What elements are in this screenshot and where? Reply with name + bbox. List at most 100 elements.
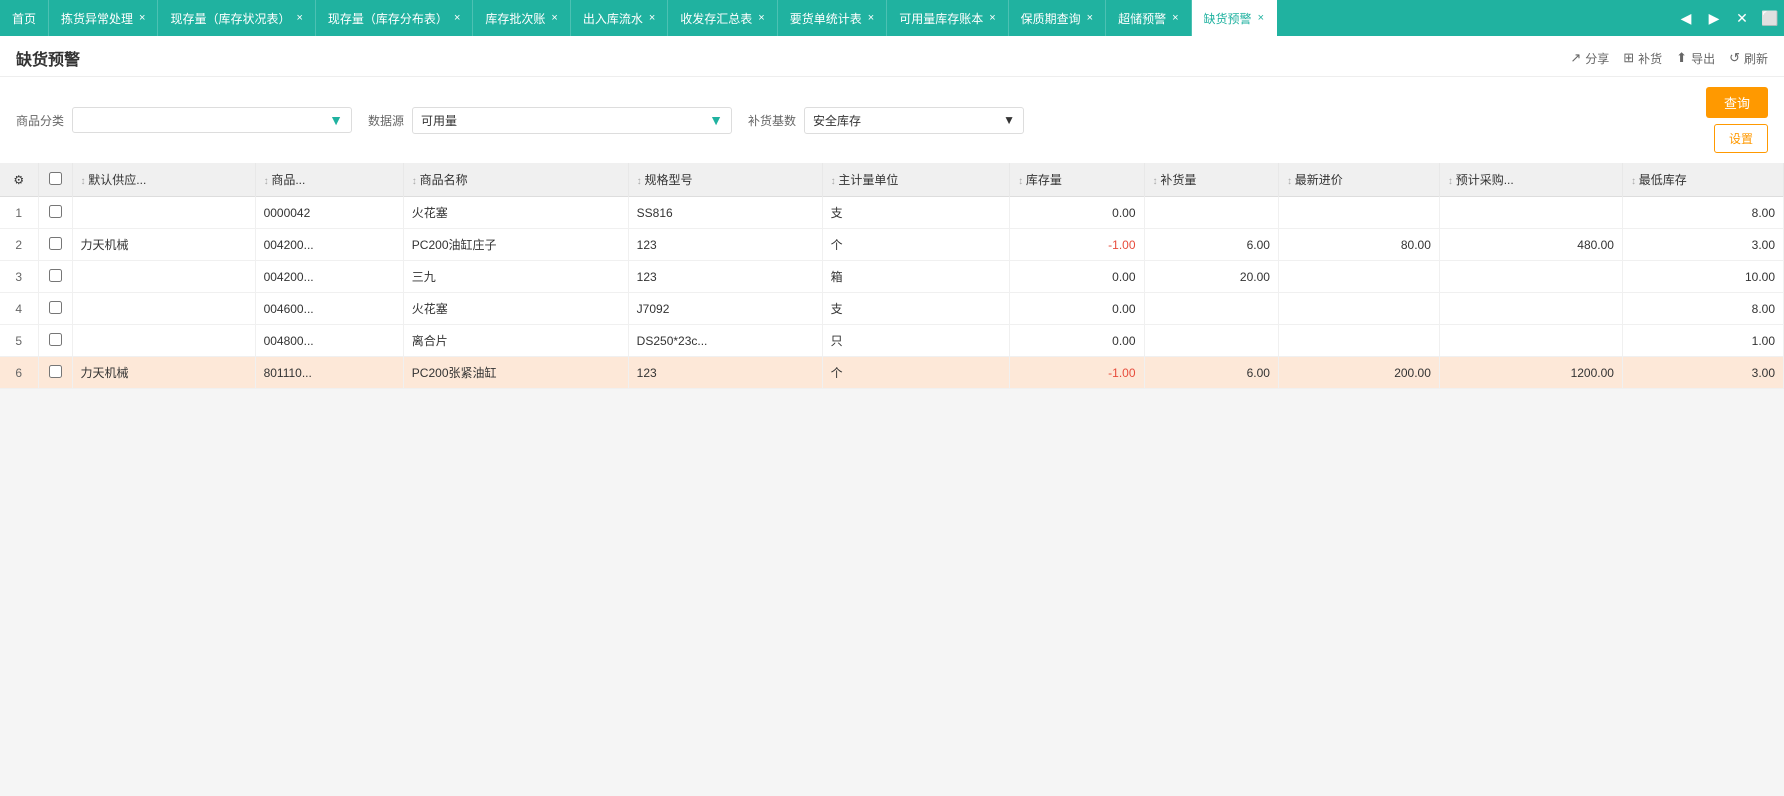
th-restock[interactable]: 补货量 bbox=[1144, 163, 1278, 197]
refresh-btn[interactable]: ↺ 刷新 bbox=[1729, 50, 1768, 67]
select-all-checkbox[interactable] bbox=[49, 172, 62, 185]
th-checkbox bbox=[38, 163, 72, 197]
page-header: 缺货预警 ↗ 分享 ⊞ 补货 ⬆ 导出 ↺ 刷新 bbox=[0, 36, 1784, 77]
table-row: 5 004800... 离合片 DS250*23c... 只 0.00 1.00 bbox=[0, 325, 1784, 357]
base-label: 补货基数 bbox=[748, 112, 796, 129]
cell-code: 004800... bbox=[255, 325, 403, 357]
cell-est-purchase bbox=[1439, 261, 1622, 293]
cell-checkbox[interactable] bbox=[38, 261, 72, 293]
cell-supplier bbox=[72, 293, 255, 325]
th-latest-price[interactable]: 最新进价 bbox=[1278, 163, 1439, 197]
share-icon: ↗ bbox=[1570, 50, 1581, 66]
cell-checkbox[interactable] bbox=[38, 357, 72, 389]
cell-min-stock: 8.00 bbox=[1622, 197, 1783, 229]
cell-min-stock: 3.00 bbox=[1622, 229, 1783, 261]
page-title: 缺货预警 bbox=[16, 46, 80, 70]
tab-maximize-btn[interactable]: ⬜ bbox=[1756, 0, 1784, 36]
cell-checkbox[interactable] bbox=[38, 325, 72, 357]
cell-name: PC200张紧油缸 bbox=[403, 357, 628, 389]
th-stock[interactable]: 库存量 bbox=[1010, 163, 1144, 197]
cell-min-stock: 10.00 bbox=[1622, 261, 1783, 293]
table-row: 4 004600... 火花塞 J7092 支 0.00 8.00 bbox=[0, 293, 1784, 325]
query-btn[interactable]: 查询 bbox=[1706, 87, 1768, 118]
tab-exception-close[interactable]: × bbox=[139, 12, 145, 24]
tab-expiry[interactable]: 保质期查询 × bbox=[1009, 0, 1106, 36]
tab-close-btn[interactable]: ✕ bbox=[1728, 0, 1756, 36]
data-table: ⚙ 默认供应... 商品... 商品名称 规格型号 bbox=[0, 163, 1784, 389]
tab-prev-btn[interactable]: ◀ bbox=[1672, 0, 1700, 36]
export-btn[interactable]: ⬆ 导出 bbox=[1676, 50, 1715, 67]
th-min-stock[interactable]: 最低库存 bbox=[1622, 163, 1783, 197]
tab-requisition[interactable]: 要货单统计表 × bbox=[778, 0, 887, 36]
cell-supplier: 力天机械 bbox=[72, 357, 255, 389]
restock-btn[interactable]: ⊞ 补货 bbox=[1623, 50, 1662, 67]
cell-stock: 0.00 bbox=[1010, 293, 1144, 325]
tab-batch-close[interactable]: × bbox=[551, 12, 557, 24]
row-checkbox[interactable] bbox=[49, 269, 62, 282]
th-name[interactable]: 商品名称 bbox=[403, 163, 628, 197]
tab-expiry-close[interactable]: × bbox=[1087, 12, 1093, 24]
tab-overstock-close[interactable]: × bbox=[1172, 12, 1178, 24]
table-row: 6 力天机械 801110... PC200张紧油缸 123 个 -1.00 6… bbox=[0, 357, 1784, 389]
datasource-select[interactable]: 可用量 ▼ bbox=[412, 107, 732, 134]
tab-stock-dist-close[interactable]: × bbox=[454, 12, 460, 24]
th-unit[interactable]: 主计量单位 bbox=[822, 163, 1009, 197]
tab-home[interactable]: 首页 bbox=[0, 0, 49, 36]
base-select[interactable]: 安全库存 ▼ bbox=[804, 107, 1024, 134]
cell-code: 0000042 bbox=[255, 197, 403, 229]
tab-stock-status-close[interactable]: × bbox=[296, 12, 302, 24]
tab-stock-dist[interactable]: 现存量（库存分布表） × bbox=[316, 0, 473, 36]
cell-checkbox[interactable] bbox=[38, 197, 72, 229]
row-checkbox[interactable] bbox=[49, 205, 62, 218]
row-checkbox[interactable] bbox=[49, 333, 62, 346]
cell-spec: 123 bbox=[628, 229, 822, 261]
datasource-label: 数据源 bbox=[368, 112, 404, 129]
tab-shortage-close[interactable]: × bbox=[1258, 12, 1264, 24]
th-gear[interactable]: ⚙ bbox=[0, 163, 38, 197]
tab-exception[interactable]: 拣货异常处理 × bbox=[49, 0, 158, 36]
tab-inout[interactable]: 出入库流水 × bbox=[571, 0, 668, 36]
tab-summary-close[interactable]: × bbox=[758, 12, 764, 24]
category-select[interactable]: ▼ bbox=[72, 107, 352, 133]
cell-unit: 箱 bbox=[822, 261, 1009, 293]
tab-stock-status[interactable]: 现存量（库存状况表） × bbox=[158, 0, 315, 36]
cell-checkbox[interactable] bbox=[38, 229, 72, 261]
th-est-purchase[interactable]: 预计采购... bbox=[1439, 163, 1622, 197]
cell-code: 801110... bbox=[255, 357, 403, 389]
cell-name: 三九 bbox=[403, 261, 628, 293]
tab-inout-close[interactable]: × bbox=[649, 12, 655, 24]
tab-batch[interactable]: 库存批次账 × bbox=[473, 0, 570, 36]
tab-overstock[interactable]: 超储预警 × bbox=[1106, 0, 1191, 36]
datasource-chevron-icon: ▼ bbox=[709, 112, 723, 128]
cell-latest-price bbox=[1278, 325, 1439, 357]
cell-seq: 6 bbox=[0, 357, 38, 389]
cell-name: 离合片 bbox=[403, 325, 628, 357]
th-supplier[interactable]: 默认供应... bbox=[72, 163, 255, 197]
gear-icon[interactable]: ⚙ bbox=[13, 173, 24, 187]
category-filter-group: 商品分类 ▼ bbox=[16, 107, 352, 133]
cell-est-purchase bbox=[1439, 293, 1622, 325]
share-btn[interactable]: ↗ 分享 bbox=[1570, 50, 1609, 67]
cell-unit: 个 bbox=[822, 357, 1009, 389]
tab-next-btn[interactable]: ▶ bbox=[1700, 0, 1728, 36]
cell-spec: 123 bbox=[628, 357, 822, 389]
cell-latest-price: 80.00 bbox=[1278, 229, 1439, 261]
row-checkbox[interactable] bbox=[49, 365, 62, 378]
cell-unit: 支 bbox=[822, 293, 1009, 325]
filter-bar: 商品分类 ▼ 数据源 可用量 ▼ 补货基数 安全库存 ▼ 查询 设置 bbox=[0, 77, 1784, 163]
row-checkbox[interactable] bbox=[49, 301, 62, 314]
th-spec[interactable]: 规格型号 bbox=[628, 163, 822, 197]
cell-checkbox[interactable] bbox=[38, 293, 72, 325]
settings-btn[interactable]: 设置 bbox=[1714, 124, 1768, 153]
tab-shortage[interactable]: 缺货预警 × bbox=[1192, 0, 1277, 36]
tab-requisition-close[interactable]: × bbox=[868, 12, 874, 24]
table-wrapper: ⚙ 默认供应... 商品... 商品名称 规格型号 bbox=[0, 163, 1784, 389]
th-code[interactable]: 商品... bbox=[255, 163, 403, 197]
tab-available-close[interactable]: × bbox=[989, 12, 995, 24]
cell-est-purchase: 1200.00 bbox=[1439, 357, 1622, 389]
tab-summary[interactable]: 收发存汇总表 × bbox=[668, 0, 777, 36]
cell-latest-price: 200.00 bbox=[1278, 357, 1439, 389]
cell-stock: -1.00 bbox=[1010, 357, 1144, 389]
row-checkbox[interactable] bbox=[49, 237, 62, 250]
tab-available[interactable]: 可用量库存账本 × bbox=[887, 0, 1008, 36]
